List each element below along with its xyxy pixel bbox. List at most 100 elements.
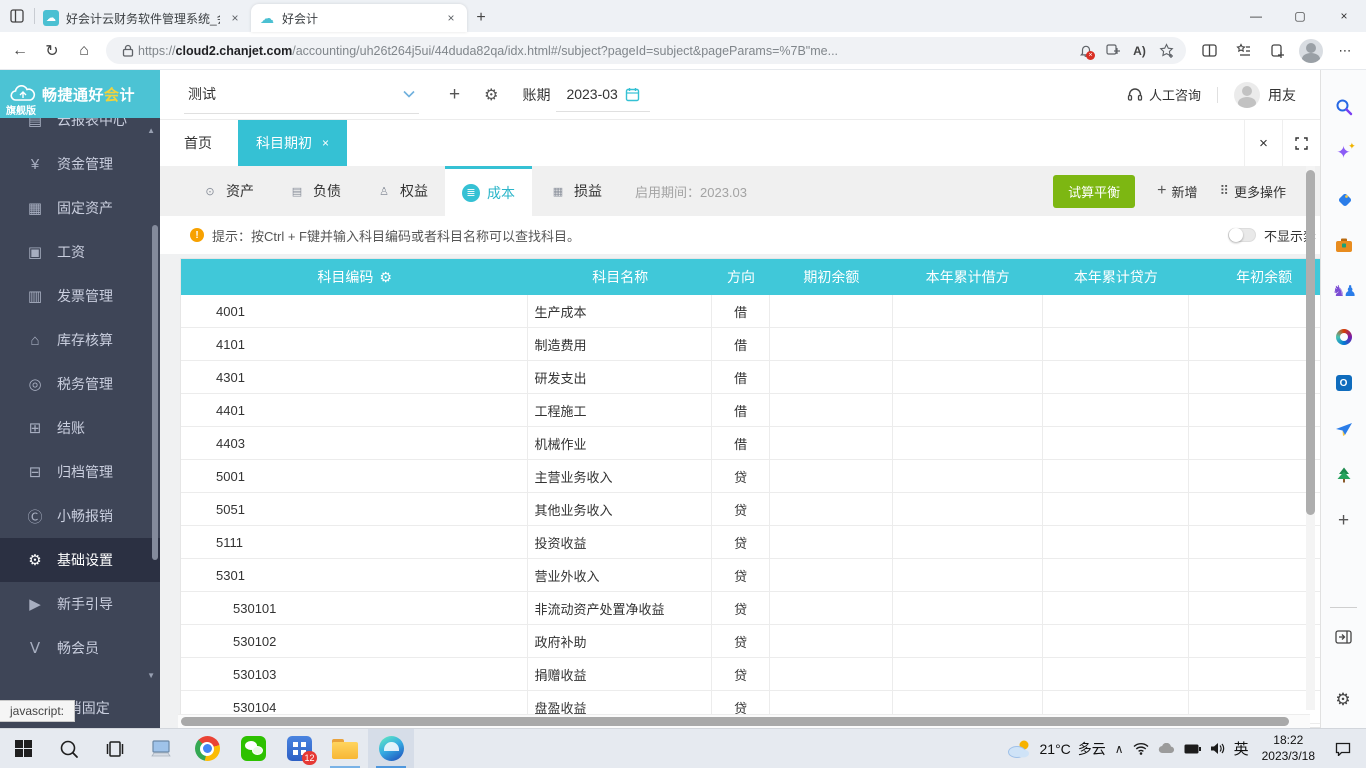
- cell-ytd-debit[interactable]: [893, 295, 1043, 327]
- cell-opening-balance[interactable]: [770, 295, 893, 327]
- cell-ytd-credit[interactable]: [1043, 658, 1190, 690]
- sidebar-item[interactable]: ▣ 工资: [0, 230, 160, 274]
- read-aloud-icon[interactable]: A): [1126, 37, 1153, 64]
- cell-ytd-credit[interactable]: [1043, 526, 1190, 558]
- sidebar-item[interactable]: ▦ 固定资产: [0, 186, 160, 230]
- drop-paper-plane-icon[interactable]: [1321, 406, 1366, 452]
- cell-year-begin-balance[interactable]: [1189, 559, 1320, 591]
- sidebar-scroll-down-icon[interactable]: ▼: [147, 671, 155, 680]
- subject-tab[interactable]: ⊙ 资产: [184, 166, 271, 216]
- collections-icon[interactable]: [1226, 35, 1260, 67]
- battery-icon[interactable]: [1184, 744, 1201, 754]
- table-row[interactable]: 5051 其他业务收入 贷: [181, 493, 1320, 526]
- cell-ytd-credit[interactable]: [1043, 328, 1190, 360]
- browser-more-menu[interactable]: ⋯: [1328, 35, 1362, 67]
- header-opening-balance[interactable]: 期初余额: [770, 259, 893, 295]
- cell-opening-balance[interactable]: [770, 559, 893, 591]
- cell-ytd-debit[interactable]: [893, 394, 1043, 426]
- cell-year-begin-balance[interactable]: [1189, 460, 1320, 492]
- cell-opening-balance[interactable]: [770, 493, 893, 525]
- cell-ytd-debit[interactable]: [893, 526, 1043, 558]
- cell-ytd-credit[interactable]: [1043, 295, 1190, 327]
- games-icon[interactable]: ♞ ♟: [1321, 268, 1366, 314]
- input-language-indicator[interactable]: 英: [1234, 738, 1249, 759]
- header-year-begin-balance[interactable]: 年初余额: [1189, 259, 1320, 295]
- minimize-button[interactable]: —: [1234, 0, 1278, 32]
- user-avatar[interactable]: [1234, 81, 1260, 108]
- cell-ytd-debit[interactable]: [893, 658, 1043, 690]
- outlook-icon[interactable]: O: [1321, 360, 1366, 406]
- cell-ytd-credit[interactable]: [1043, 394, 1190, 426]
- trial-balance-button[interactable]: 试算平衡: [1053, 174, 1136, 208]
- user-name[interactable]: 用友: [1268, 85, 1296, 105]
- more-operations-button[interactable]: ⠿ 更多操作: [1219, 182, 1286, 201]
- cell-year-begin-balance[interactable]: [1189, 427, 1320, 459]
- shopping-tag-icon[interactable]: [1321, 176, 1366, 222]
- refresh-button[interactable]: ↻: [36, 35, 68, 67]
- close-button[interactable]: ×: [1322, 0, 1366, 32]
- taskbar-weather[interactable]: 21°C 多云: [1007, 739, 1106, 759]
- fullscreen-icon[interactable]: [1282, 120, 1320, 166]
- table-row[interactable]: 4101 制造费用 借: [181, 328, 1320, 361]
- close-page-icon[interactable]: ×: [1244, 120, 1282, 166]
- header-ytd-credit[interactable]: 本年累计贷方: [1043, 259, 1190, 295]
- split-screen-icon[interactable]: [1192, 35, 1226, 67]
- cell-ytd-debit[interactable]: [893, 559, 1043, 591]
- sidebar-item[interactable]: ⌂ 库存核算: [0, 318, 160, 362]
- account-settings-gear-icon[interactable]: ⚙: [484, 85, 498, 105]
- cell-ytd-credit[interactable]: [1043, 460, 1190, 492]
- address-bar[interactable]: https://cloud2.chanjet.com/accounting/uh…: [106, 37, 1186, 64]
- favorite-star-icon[interactable]: [1153, 37, 1180, 64]
- chrome-icon[interactable]: [184, 729, 230, 768]
- cell-opening-balance[interactable]: [770, 658, 893, 690]
- page-vertical-scrollbar[interactable]: [1306, 170, 1315, 515]
- subject-tab[interactable]: ▦ 损益: [532, 166, 619, 216]
- wifi-icon[interactable]: [1133, 742, 1149, 755]
- browser-tab-2-active[interactable]: ☁ 好会计 ×: [251, 4, 467, 32]
- cell-year-begin-balance[interactable]: [1189, 526, 1320, 558]
- subject-tab[interactable]: ▤ 负债: [271, 166, 358, 216]
- sidebar-search-icon[interactable]: [1321, 84, 1366, 130]
- table-row[interactable]: 4403 机械作业 借: [181, 427, 1320, 460]
- cell-ytd-debit[interactable]: [893, 493, 1043, 525]
- column-settings-gear-icon[interactable]: ⚙: [379, 269, 392, 286]
- action-center-icon[interactable]: [1328, 742, 1358, 756]
- header-ytd-debit[interactable]: 本年累计借方: [893, 259, 1043, 295]
- tab-close-icon[interactable]: ×: [227, 11, 243, 25]
- table-row[interactable]: 530101 非流动资产处置净收益 贷: [181, 592, 1320, 625]
- onedrive-cloud-icon[interactable]: [1158, 743, 1175, 754]
- period-selector[interactable]: 2023-03: [556, 77, 650, 112]
- taskbar-clock[interactable]: 18:22 2023/3/18: [1262, 733, 1315, 764]
- sidebar-item[interactable]: ▥ 发票管理: [0, 274, 160, 318]
- cell-opening-balance[interactable]: [770, 625, 893, 657]
- add-subject-button[interactable]: + 新增: [1157, 182, 1197, 201]
- cell-year-begin-balance[interactable]: [1189, 394, 1320, 426]
- sidebar-add-icon[interactable]: +: [1321, 498, 1366, 544]
- tab-close-icon[interactable]: ×: [443, 11, 459, 25]
- cell-ytd-credit[interactable]: [1043, 592, 1190, 624]
- cell-opening-balance[interactable]: [770, 427, 893, 459]
- home-button[interactable]: ⌂: [68, 35, 100, 67]
- sidebar-item[interactable]: ◎ 税务管理: [0, 362, 160, 406]
- header-subject-code[interactable]: 科目编码 ⚙: [181, 259, 528, 295]
- table-row[interactable]: 530103 捐赠收益 贷: [181, 658, 1320, 691]
- add-account-set-button[interactable]: +: [449, 84, 460, 106]
- cell-ytd-credit[interactable]: [1043, 427, 1190, 459]
- table-row[interactable]: 4001 生产成本 借: [181, 295, 1320, 328]
- cell-opening-balance[interactable]: [770, 592, 893, 624]
- tab-subject-opening-active[interactable]: 科目期初 ×: [238, 120, 348, 166]
- cell-ytd-debit[interactable]: [893, 592, 1043, 624]
- table-horizontal-scrollbar[interactable]: [181, 717, 1289, 726]
- sidebar-item[interactable]: ▶ 新手引导: [0, 582, 160, 626]
- cell-opening-balance[interactable]: [770, 328, 893, 360]
- hidden-icons-chevron[interactable]: ∧: [1115, 742, 1124, 756]
- sidebar-scroll-up-icon[interactable]: ▲: [147, 126, 155, 135]
- subject-tab[interactable]: ≣ 成本: [445, 166, 532, 216]
- header-direction[interactable]: 方向: [712, 259, 770, 295]
- cell-opening-balance[interactable]: [770, 526, 893, 558]
- sidebar-settings-gear-icon[interactable]: ⚙: [1321, 690, 1365, 710]
- sidebar-item[interactable]: Ⅴ 畅会员: [0, 626, 160, 670]
- sidebar-item[interactable]: ⊞ 结账: [0, 406, 160, 450]
- new-tab-button[interactable]: +: [467, 4, 495, 32]
- maximize-button[interactable]: ▢: [1278, 0, 1322, 32]
